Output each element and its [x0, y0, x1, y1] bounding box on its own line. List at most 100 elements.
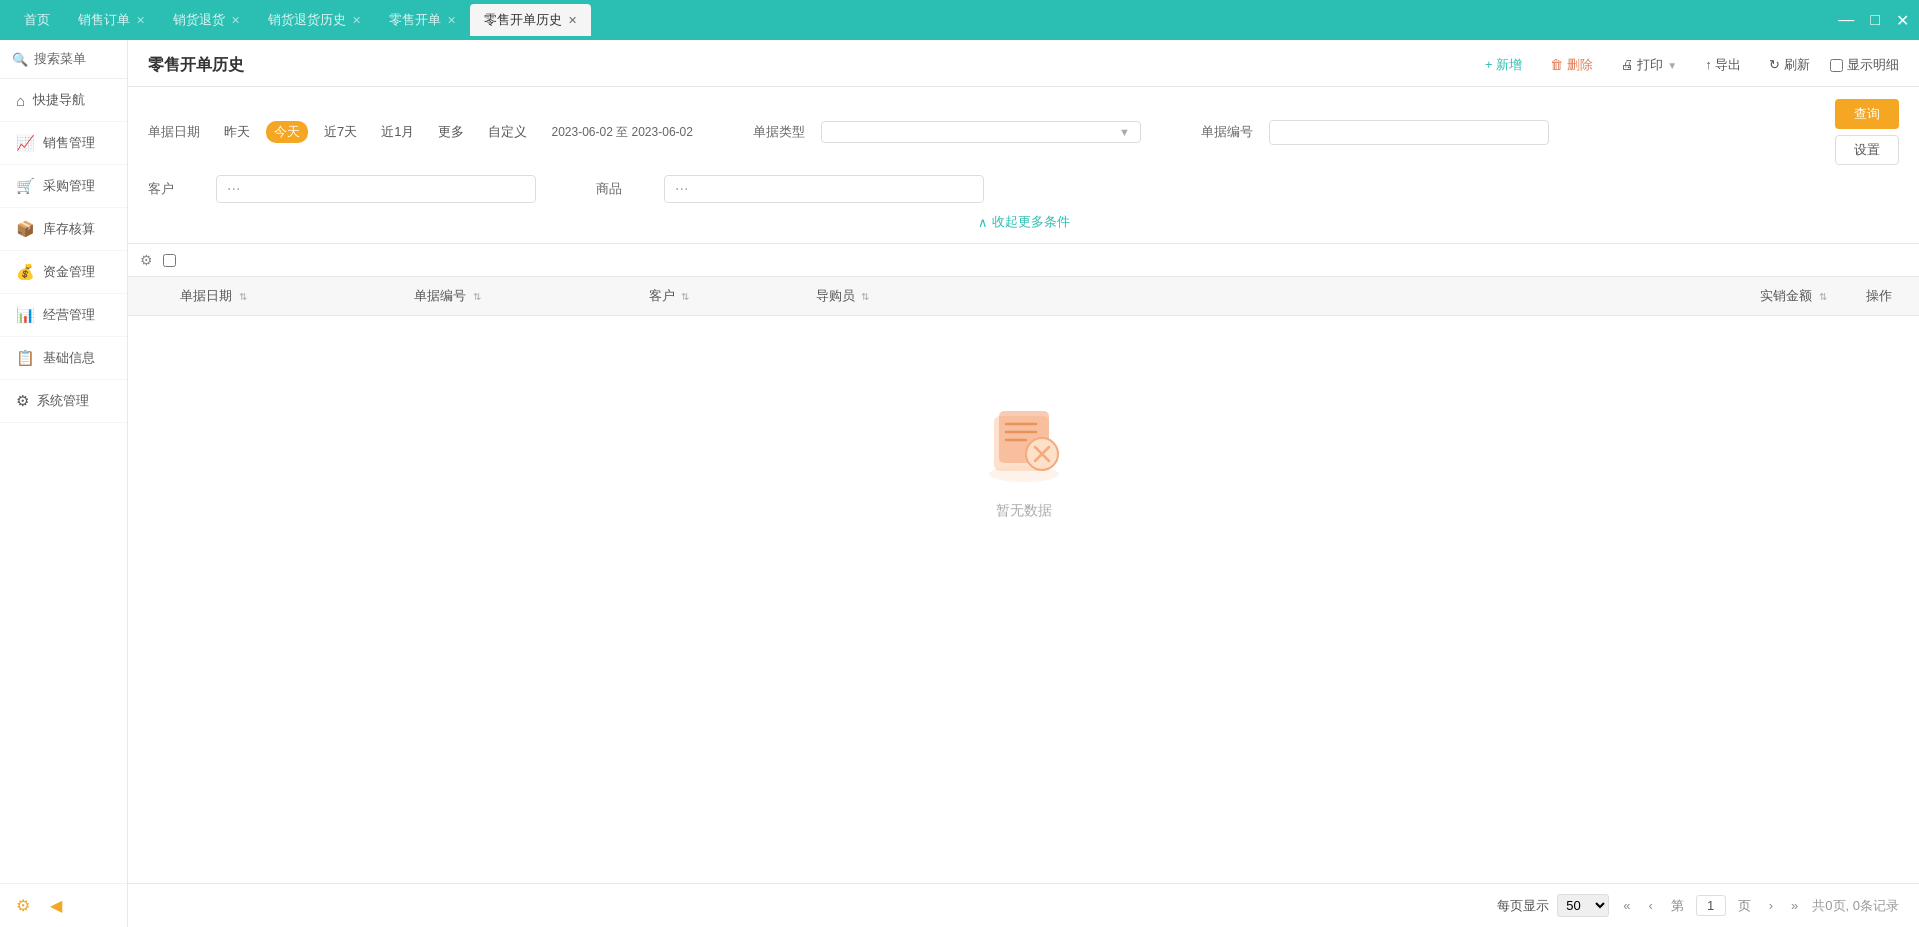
sidebar-search[interactable]: 🔍 搜索菜单	[0, 40, 127, 79]
sort-amount-icon: ⇅	[1819, 291, 1827, 302]
sidebar-item-sales-mgmt[interactable]: 📈 销售管理	[0, 122, 127, 165]
close-tab-sales-return-history[interactable]: ✕	[352, 14, 361, 27]
show-detail-toggle[interactable]: 显示明细	[1830, 56, 1899, 74]
date-opt-today[interactable]: 今天	[266, 121, 308, 143]
export-button[interactable]: ↑ 导出	[1697, 52, 1749, 78]
minimize-btn[interactable]: —	[1838, 11, 1854, 29]
inventory-icon: 📦	[16, 220, 35, 238]
empty-text: 暂无数据	[996, 502, 1052, 520]
col-header-no[interactable]: 单据编号 ⇅	[402, 277, 636, 316]
sidebar-item-inventory[interactable]: 📦 库存核算	[0, 208, 127, 251]
last-page-btn[interactable]: »	[1785, 896, 1804, 915]
customer-select[interactable]: ···	[216, 175, 536, 203]
sort-customer-icon: ⇅	[681, 291, 689, 302]
delete-button[interactable]: 🗑 删除	[1542, 52, 1601, 78]
refresh-button[interactable]: ↻ 刷新	[1761, 52, 1818, 78]
filter-area: 单据日期 昨天 今天 近7天 近1月 更多 自定义 2023-06-02 至 2…	[128, 87, 1919, 244]
sidebar-item-finance[interactable]: 💰 资金管理	[0, 251, 127, 294]
empty-state: 暂无数据	[128, 316, 1919, 600]
header-actions: + 新增 🗑 删除 🖨 打印 ▼ ↑ 导出 ↻ 刷新 显示明细	[1477, 52, 1899, 78]
date-range-display: 2023-06-02 至 2023-06-02	[551, 124, 692, 141]
first-page-btn[interactable]: «	[1617, 896, 1636, 915]
window-controls: — □ ✕	[1838, 11, 1909, 30]
col-header-actions: 操作	[1839, 277, 1919, 316]
page-title: 零售开单历史	[148, 55, 244, 76]
sort-salesperson-icon: ⇅	[861, 291, 869, 302]
bill-no-input[interactable]	[1269, 120, 1549, 145]
filter-row-1: 单据日期 昨天 今天 近7天 近1月 更多 自定义 2023-06-02 至 2…	[148, 99, 1899, 165]
date-opt-custom[interactable]: 自定义	[480, 121, 535, 143]
goods-select[interactable]: ···	[664, 175, 984, 203]
pagination: 每页显示 50 10 20 100 « ‹ 第 1 页 › » 共0页, 0条记…	[128, 883, 1919, 927]
close-tab-sales-return[interactable]: ✕	[231, 14, 240, 27]
add-button[interactable]: + 新增	[1477, 52, 1530, 78]
table-toolbar: ⚙	[128, 244, 1919, 277]
tab-home[interactable]: 首页	[10, 4, 64, 36]
sidebar-bottom: ⚙ ◀	[0, 883, 127, 927]
page-label: 页	[1732, 895, 1757, 917]
sidebar-collapse-icon[interactable]: ◀	[50, 896, 62, 915]
close-tab-retail-open-history[interactable]: ✕	[568, 14, 577, 27]
bill-type-arrow-icon: ▼	[1119, 126, 1130, 138]
col-header-date[interactable]: 单据日期 ⇅	[168, 277, 402, 316]
customer-label: 客户	[148, 180, 208, 198]
page-navigation: « ‹ 第 1 页 › »	[1617, 895, 1804, 917]
filter-row-2: 客户 ··· 商品 ···	[148, 175, 1899, 203]
date-opt-more[interactable]: 更多	[430, 121, 472, 143]
query-button[interactable]: 查询	[1835, 99, 1899, 129]
sort-no-icon: ⇅	[473, 291, 481, 302]
table-area: ⚙ 单据日期 ⇅ 单据编号 ⇅	[128, 244, 1919, 883]
setting-button[interactable]: 设置	[1835, 135, 1899, 165]
sales-icon: 📈	[16, 134, 35, 152]
date-label: 单据日期	[148, 123, 208, 141]
col-header-customer[interactable]: 客户 ⇅	[637, 277, 804, 316]
main-layout: 🔍 搜索菜单 ⌂ 快捷导航 📈 销售管理 🛒 采购管理 📦 库存核算 💰 资金管…	[0, 40, 1919, 927]
date-opt-last-month[interactable]: 近1月	[373, 121, 422, 143]
tab-sales-return[interactable]: 销货退货 ✕	[159, 4, 254, 36]
per-page-select[interactable]: 50 10 20 100	[1557, 894, 1609, 917]
date-opt-last7[interactable]: 近7天	[316, 121, 365, 143]
per-page-label: 每页显示	[1497, 897, 1549, 915]
tab-retail-open-history[interactable]: 零售开单历史 ✕	[470, 4, 591, 36]
content-area: 零售开单历史 + 新增 🗑 删除 🖨 打印 ▼ ↑ 导出 ↻ 刷新	[128, 40, 1919, 927]
total-info: 共0页, 0条记录	[1812, 897, 1899, 915]
col-header-amount[interactable]: 实销金额 ⇅	[1605, 277, 1839, 316]
bill-type-label: 单据类型	[753, 123, 813, 141]
close-tab-retail-open[interactable]: ✕	[447, 14, 456, 27]
ops-icon: 📊	[16, 306, 35, 324]
home-icon: ⌂	[16, 92, 25, 109]
sidebar-item-sys-mgmt[interactable]: ⚙ 系统管理	[0, 380, 127, 423]
col-header-salesperson[interactable]: 导购员 ⇅	[804, 277, 1005, 316]
page-of-label: 第	[1665, 895, 1690, 917]
maximize-btn[interactable]: □	[1870, 11, 1880, 29]
next-page-btn[interactable]: ›	[1763, 896, 1779, 915]
show-detail-checkbox[interactable]	[1830, 59, 1843, 72]
col-header-spacer	[1005, 277, 1605, 316]
close-tab-sales-order[interactable]: ✕	[136, 14, 145, 27]
data-table: 单据日期 ⇅ 单据编号 ⇅ 客户 ⇅ 导购员 ⇅	[128, 277, 1919, 316]
table-settings-icon[interactable]: ⚙	[140, 252, 153, 268]
select-all-checkbox[interactable]	[163, 254, 176, 267]
bill-type-select[interactable]: ▼	[821, 121, 1141, 143]
prev-page-btn[interactable]: ‹	[1642, 896, 1658, 915]
close-btn[interactable]: ✕	[1896, 11, 1909, 30]
col-header-check	[128, 277, 168, 316]
date-opt-yesterday[interactable]: 昨天	[216, 121, 258, 143]
sidebar-settings-icon[interactable]: ⚙	[16, 896, 30, 915]
collapse-filter-btn[interactable]: ∧ 收起更多条件	[148, 213, 1899, 231]
finance-icon: 💰	[16, 263, 35, 281]
tab-sales-return-history[interactable]: 销货退货历史 ✕	[254, 4, 375, 36]
purchase-icon: 🛒	[16, 177, 35, 195]
current-page-input[interactable]: 1	[1696, 895, 1726, 916]
tab-retail-open[interactable]: 零售开单 ✕	[375, 4, 470, 36]
search-icon: 🔍	[12, 52, 28, 67]
tab-sales-order[interactable]: 销售订单 ✕	[64, 4, 159, 36]
sidebar-item-quick-nav[interactable]: ⌂ 快捷导航	[0, 79, 127, 122]
print-button[interactable]: 🖨 打印 ▼	[1613, 52, 1686, 78]
print-dropdown-icon[interactable]: ▼	[1667, 60, 1677, 71]
tab-bar: 首页 销售订单 ✕ 销货退货 ✕ 销货退货历史 ✕ 零售开单 ✕ 零售开单历史 …	[0, 0, 1919, 40]
sidebar-item-purchase-mgmt[interactable]: 🛒 采购管理	[0, 165, 127, 208]
sidebar-item-ops-mgmt[interactable]: 📊 经营管理	[0, 294, 127, 337]
page-header: 零售开单历史 + 新增 🗑 删除 🖨 打印 ▼ ↑ 导出 ↻ 刷新	[128, 40, 1919, 87]
sidebar-item-basic-info[interactable]: 📋 基础信息	[0, 337, 127, 380]
